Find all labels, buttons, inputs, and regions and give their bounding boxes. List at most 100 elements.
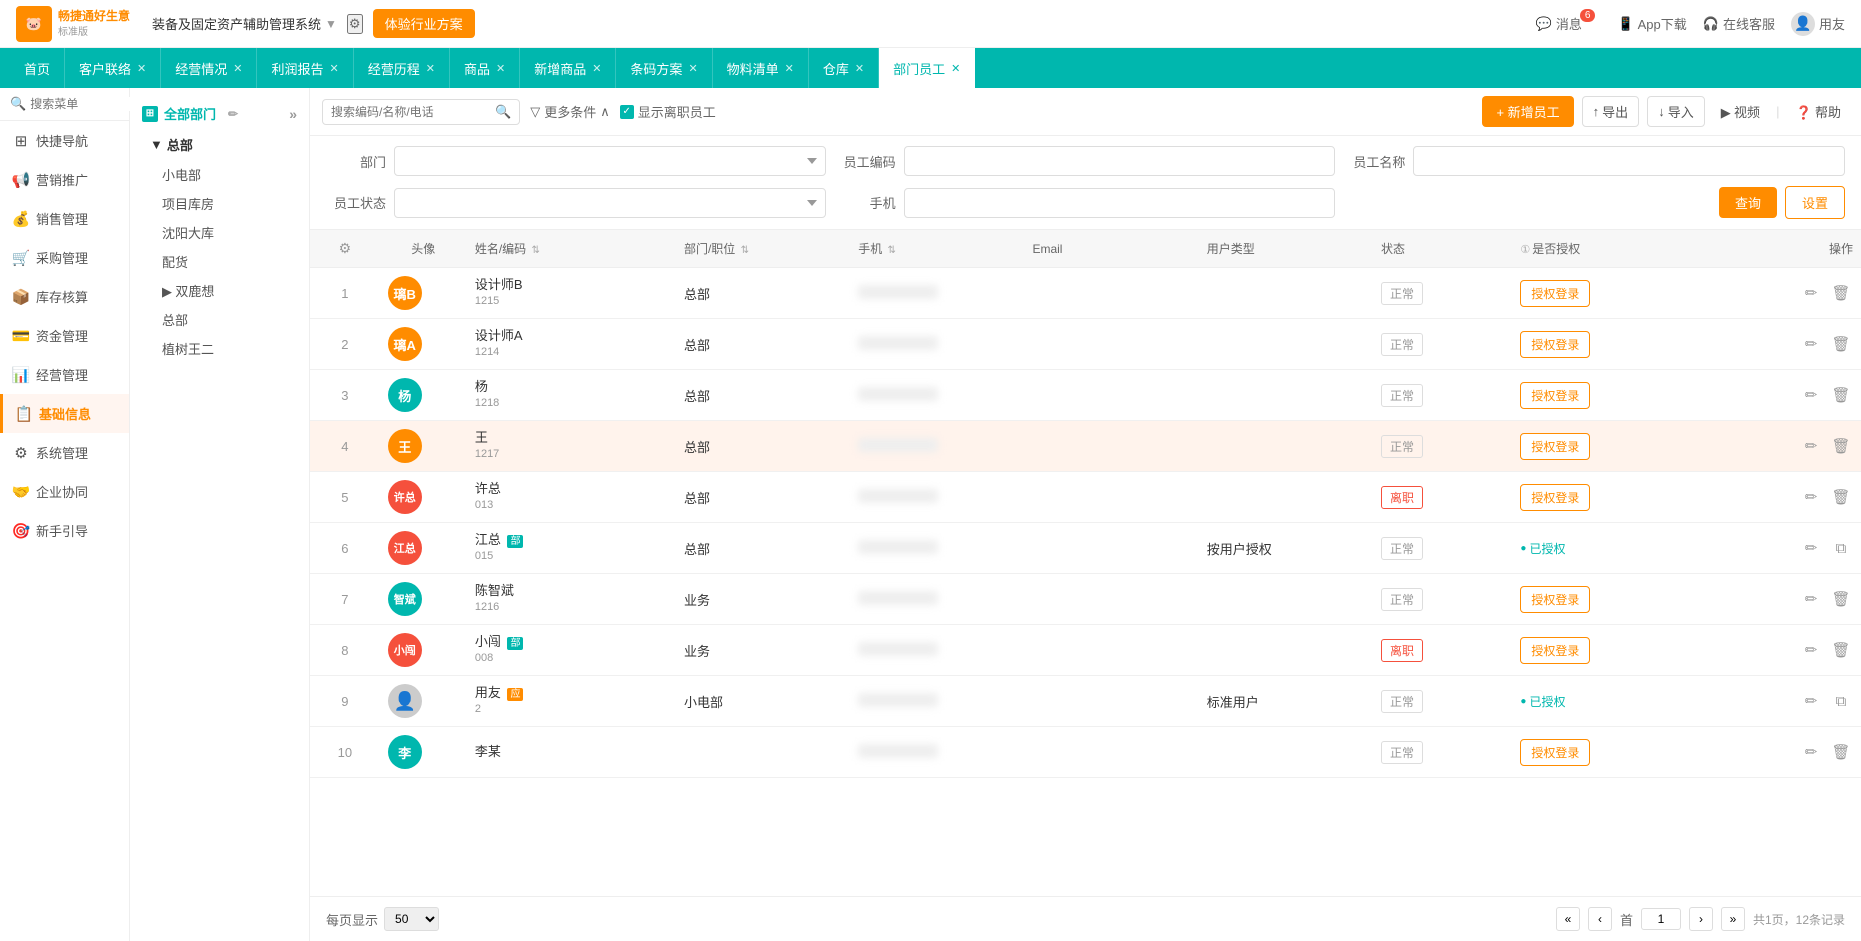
next-page-button[interactable]: › (1689, 907, 1713, 931)
delete-icon[interactable]: 🗑 (1829, 281, 1853, 305)
show-resigned-wrap[interactable]: ✓ 显示离职员工 (620, 102, 716, 121)
sidebar-item-finance[interactable]: 💳 资金管理 (0, 316, 129, 355)
dept-child-xiaodibu[interactable]: 小电部 (130, 160, 309, 189)
authorize-button[interactable]: 授权登录 (1520, 637, 1590, 664)
search-icon[interactable]: 🔍 (495, 104, 511, 120)
tab-barcode-close[interactable]: ✕ (688, 62, 697, 75)
sidebar-item-marketing[interactable]: 📢 营销推广 (0, 160, 129, 199)
tab-operation[interactable]: 经营情况 ✕ (161, 48, 257, 88)
gear-button[interactable]: ⚙ (347, 14, 363, 34)
tab-new-goods-close[interactable]: ✕ (592, 62, 601, 75)
authorize-button[interactable]: 授权登录 (1520, 280, 1590, 307)
tab-profit-close[interactable]: ✕ (330, 62, 339, 75)
tab-goods[interactable]: 商品 ✕ (450, 48, 520, 88)
tab-history[interactable]: 经营历程 ✕ (354, 48, 450, 88)
show-resigned-checkbox[interactable]: ✓ (620, 105, 634, 119)
tab-warehouse-close[interactable]: ✕ (855, 62, 864, 75)
last-page-button[interactable]: » (1721, 907, 1745, 931)
delete-icon[interactable]: 🗑 (1829, 740, 1853, 764)
import-button[interactable]: ↓ 导入 (1647, 96, 1705, 127)
edit-icon[interactable]: ✏ (1799, 536, 1823, 560)
tab-bom-close[interactable]: ✕ (785, 62, 794, 75)
copy-icon[interactable]: ⧉ (1829, 536, 1853, 560)
settings-icon[interactable]: ⚙ (339, 240, 352, 256)
delete-icon[interactable]: 🗑 (1829, 332, 1853, 356)
tab-staff-close[interactable]: ✕ (951, 62, 960, 75)
delete-icon[interactable]: 🗑 (1829, 485, 1853, 509)
dept-child-project[interactable]: 项目库房 (130, 189, 309, 218)
dept-child-shenyang[interactable]: 沈阳大库 (130, 218, 309, 247)
sidebar-item-purchase[interactable]: 🛒 采购管理 (0, 238, 129, 277)
copy-icon[interactable]: ⧉ (1829, 689, 1853, 713)
edit-icon[interactable]: ✏ (1799, 434, 1823, 458)
dept-node-headquarters[interactable]: ▼ 总部 (130, 129, 309, 160)
authorize-button[interactable]: 授权登录 (1520, 484, 1590, 511)
edit-icon[interactable]: ✏ (1799, 281, 1823, 305)
tab-profit[interactable]: 利润报告 ✕ (257, 48, 353, 88)
tab-barcode[interactable]: 条码方案 ✕ (616, 48, 712, 88)
sidebar-item-basic[interactable]: 📋 基础信息 (0, 394, 129, 433)
tab-staff[interactable]: 部门员工 ✕ (879, 48, 975, 88)
authorize-button[interactable]: 授权登录 (1520, 382, 1590, 409)
tab-goods-close[interactable]: ✕ (496, 62, 505, 75)
help-button[interactable]: ❓ 帮助 (1787, 97, 1849, 126)
experience-button[interactable]: 体验行业方案 (373, 9, 475, 38)
system-title-area[interactable]: 装备及固定资产辅助管理系统 ▼ (140, 14, 337, 33)
edit-icon[interactable]: ✏ (1799, 587, 1823, 611)
authorize-button[interactable]: 授权登录 (1520, 586, 1590, 613)
emp-code-input[interactable] (904, 146, 1336, 176)
user-area[interactable]: 👤 用友 (1791, 12, 1845, 36)
collapse-button[interactable]: » (289, 106, 297, 122)
emp-status-select[interactable] (394, 188, 826, 218)
delete-icon[interactable]: 🗑 (1829, 383, 1853, 407)
first-page-button[interactable]: « (1556, 907, 1580, 931)
edit-icon[interactable]: ✏ (1799, 332, 1823, 356)
authorize-button[interactable]: 授权登录 (1520, 331, 1590, 358)
prev-page-button[interactable]: ‹ (1588, 907, 1612, 931)
query-button[interactable]: 查询 (1719, 187, 1777, 218)
th-name[interactable]: 姓名/编码 ⇅ (467, 230, 676, 268)
edit-icon[interactable]: ✏ (1799, 485, 1823, 509)
sidebar-item-inventory[interactable]: 📦 库存核算 (0, 277, 129, 316)
page-number-input[interactable] (1641, 908, 1681, 930)
sidebar-item-business[interactable]: 📊 经营管理 (0, 355, 129, 394)
add-employee-button[interactable]: + 新增员工 (1482, 96, 1573, 127)
export-button[interactable]: ↑ 导出 (1582, 96, 1640, 127)
dept-select[interactable] (394, 146, 826, 176)
view-button[interactable]: ▶ 视频 (1713, 97, 1768, 126)
phone-input[interactable] (904, 188, 1336, 218)
tab-warehouse[interactable]: 仓库 ✕ (809, 48, 879, 88)
page-size-select[interactable]: 50 100 200 (384, 907, 439, 931)
edit-icon[interactable]: ✏ (1799, 740, 1823, 764)
tab-new-goods[interactable]: 新增商品 ✕ (520, 48, 616, 88)
dept-child-shuanglu[interactable]: ▶ 双鹿想 (130, 276, 309, 305)
dept-child-hq[interactable]: 总部 (130, 305, 309, 334)
authorize-button[interactable]: 授权登录 (1520, 739, 1590, 766)
dept-child-distribution[interactable]: 配货 (130, 247, 309, 276)
tab-bom[interactable]: 物料清单 ✕ (713, 48, 809, 88)
tab-history-close[interactable]: ✕ (426, 62, 435, 75)
dept-child-plant[interactable]: 植树王二 (130, 334, 309, 363)
delete-icon[interactable]: 🗑 (1829, 638, 1853, 662)
sidebar-item-quicknav[interactable]: ⊞ 快捷导航 (0, 121, 129, 160)
authorize-button[interactable]: 授权登录 (1520, 433, 1590, 460)
tab-home[interactable]: 首页 (10, 48, 65, 88)
message-button[interactable]: 💬 消息 6 (1536, 14, 1602, 33)
app-download-button[interactable]: 📱 App下载 (1617, 14, 1686, 33)
edit-icon[interactable]: ✏ (1799, 689, 1823, 713)
more-conditions-button[interactable]: ▽ 更多条件 ∧ (530, 102, 610, 121)
tab-customer-close[interactable]: ✕ (137, 62, 146, 75)
dept-tree-edit-icon[interactable]: ✏ (228, 107, 238, 121)
sidebar-item-guide[interactable]: 🎯 新手引导 (0, 511, 129, 550)
tab-operation-close[interactable]: ✕ (233, 62, 242, 75)
delete-icon[interactable]: 🗑 (1829, 587, 1853, 611)
delete-icon[interactable]: 🗑 (1829, 434, 1853, 458)
search-input[interactable] (331, 105, 491, 119)
tab-customer[interactable]: 客户联络 ✕ (65, 48, 161, 88)
sidebar-item-sales[interactable]: 💰 销售管理 (0, 199, 129, 238)
th-phone[interactable]: 手机 ⇅ (850, 230, 1024, 268)
online-service-button[interactable]: 🎧 在线客服 (1703, 14, 1775, 33)
edit-icon[interactable]: ✏ (1799, 383, 1823, 407)
emp-name-input[interactable] (1413, 146, 1845, 176)
sidebar-item-system[interactable]: ⚙ 系统管理 (0, 433, 129, 472)
